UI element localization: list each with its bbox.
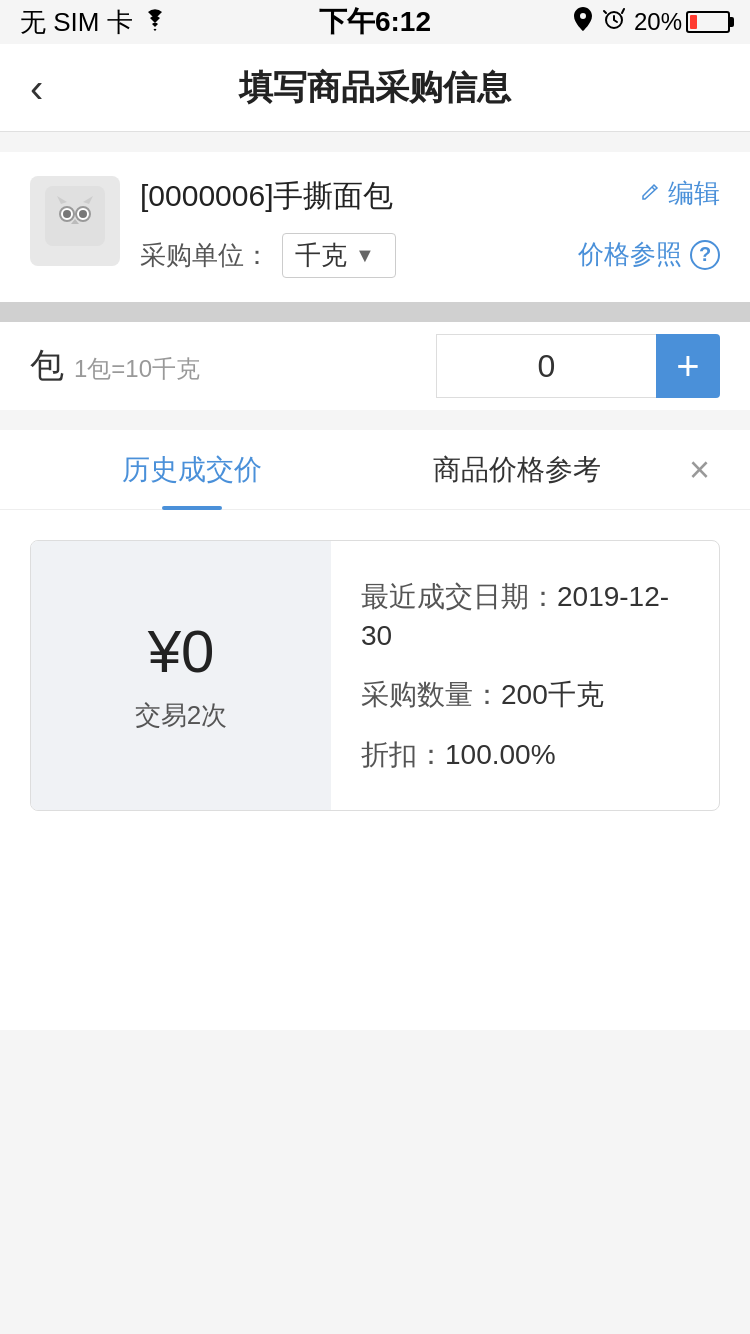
product-info: [0000006]手撕面包 采购单位： 千克 ▼	[140, 176, 396, 278]
battery-indicator: 20%	[634, 8, 730, 36]
recent-date-row: 最近成交日期：2019-12-30	[361, 577, 689, 655]
recent-date-label: 最近成交日期：	[361, 581, 557, 612]
location-icon	[572, 6, 594, 38]
wifi-icon	[141, 7, 169, 38]
purchase-quantity-row: 采购数量：200千克	[361, 675, 689, 714]
tab-history-price[interactable]: 历史成交价	[30, 430, 354, 510]
qty-conversion: 1包=10千克	[74, 353, 200, 385]
status-bar: 无 SIM 卡 下午6:12 20%	[0, 0, 750, 44]
product-top-row: [0000006]手撕面包 采购单位： 千克 ▼	[30, 176, 720, 278]
edit-button[interactable]: 编辑	[640, 176, 720, 211]
back-button[interactable]: ‹	[30, 68, 43, 108]
tab-price-reference[interactable]: 商品价格参考	[354, 430, 678, 510]
unit-label: 采购单位：	[140, 238, 270, 273]
quantity-plus-button[interactable]: +	[656, 334, 720, 398]
page-title: 填写商品采购信息	[239, 65, 511, 111]
discount-row: 折扣：100.00%	[361, 735, 689, 774]
quantity-input[interactable]	[436, 334, 656, 398]
quantity-right: +	[436, 334, 720, 398]
status-carrier: 无 SIM 卡	[20, 5, 169, 40]
svg-rect-1	[45, 186, 105, 246]
main-content: 历史成交价 商品价格参考 × ¥0 交易2次 最近成交日期：2019-12-30	[0, 430, 750, 1030]
quantity-value: 200千克	[501, 679, 604, 710]
section-divider	[0, 302, 750, 322]
trade-count: 交易2次	[135, 698, 227, 733]
product-right-section: 编辑 价格参照 ?	[578, 176, 720, 272]
product-left-section: [0000006]手撕面包 采购单位： 千克 ▼	[30, 176, 396, 278]
tabs-header: 历史成交价 商品价格参考 ×	[0, 430, 750, 510]
product-logo-icon	[45, 186, 105, 256]
product-name: [0000006]手撕面包	[140, 176, 396, 217]
dropdown-arrow-icon: ▼	[355, 244, 375, 267]
price-ref-button[interactable]: 价格参照 ?	[578, 237, 720, 272]
tabs-section: 历史成交价 商品价格参考 × ¥0 交易2次 最近成交日期：2019-12-30	[0, 430, 750, 841]
battery-icon	[686, 11, 730, 33]
price-card-right: 最近成交日期：2019-12-30 采购数量：200千克 折扣：100.00%	[331, 541, 719, 810]
price-card: ¥0 交易2次 最近成交日期：2019-12-30 采购数量：200千克 折扣：…	[30, 540, 720, 811]
product-unit-row: 采购单位： 千克 ▼	[140, 233, 396, 278]
price-card-left: ¥0 交易2次	[31, 541, 331, 810]
edit-icon	[640, 178, 662, 209]
tab-close-button[interactable]: ×	[679, 449, 720, 491]
status-right-group: 20%	[572, 6, 730, 38]
quantity-label: 采购数量：	[361, 679, 501, 710]
battery-fill	[690, 15, 697, 29]
nav-header: ‹ 填写商品采购信息	[0, 44, 750, 132]
unit-value: 千克	[295, 238, 347, 273]
quantity-row: 包 1包=10千克 +	[0, 322, 750, 410]
alarm-icon	[602, 7, 626, 37]
plus-icon: +	[676, 346, 699, 386]
currency-symbol: ¥	[148, 618, 181, 685]
svg-point-5	[79, 210, 87, 218]
qty-unit-name: 包	[30, 343, 64, 389]
info-icon: ?	[690, 240, 720, 270]
product-thumbnail	[30, 176, 120, 266]
discount-label: 折扣：	[361, 739, 445, 770]
price-amount: ¥0	[148, 617, 215, 686]
quantity-left: 包 1包=10千克	[30, 343, 200, 389]
status-time: 下午6:12	[319, 3, 431, 41]
discount-value: 100.00%	[445, 739, 556, 770]
svg-point-4	[63, 210, 71, 218]
history-price-content: ¥0 交易2次 最近成交日期：2019-12-30 采购数量：200千克 折扣：…	[0, 510, 750, 841]
price-value: 0	[181, 618, 214, 685]
unit-select[interactable]: 千克 ▼	[282, 233, 396, 278]
product-card: [0000006]手撕面包 采购单位： 千克 ▼	[0, 152, 750, 302]
price-ref-label: 价格参照	[578, 237, 682, 272]
